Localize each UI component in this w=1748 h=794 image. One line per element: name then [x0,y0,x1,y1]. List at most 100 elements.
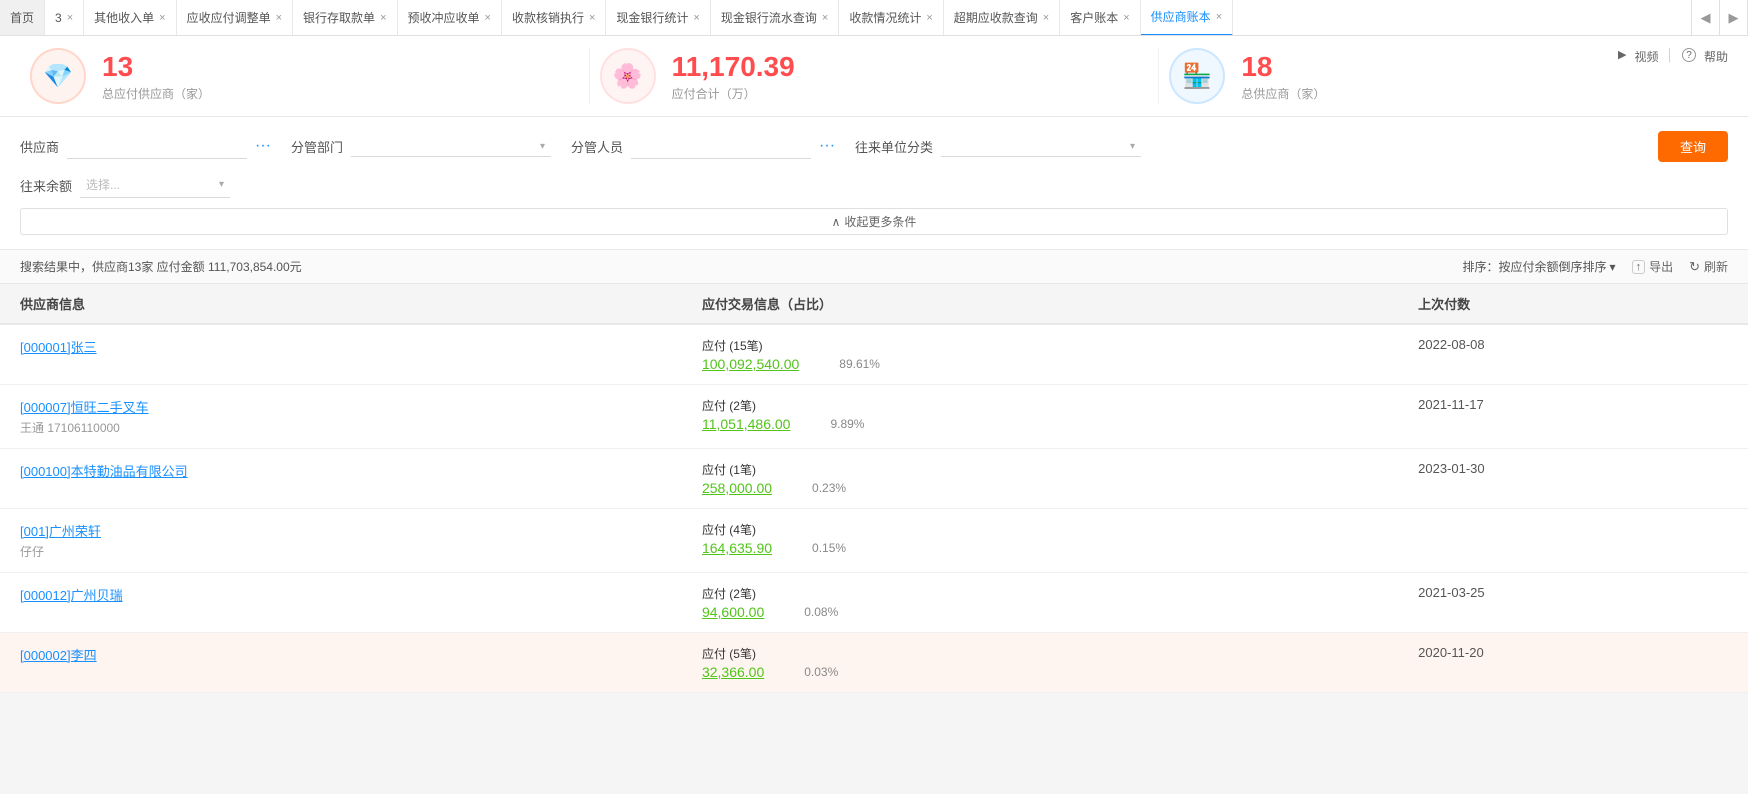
dept-filter: 分管部门 ▾ [291,137,551,157]
collapse-button[interactable]: ∧ 收起更多条件 [20,208,1728,235]
tab-label: 收款核销执行 [512,9,584,26]
tab-label: 其他收入单 [94,9,154,26]
percent-row-000001: 89.61% [839,357,880,371]
tab-close-other-income[interactable]: × [159,12,165,24]
tx-count-row-000100: 应付 (1笔) [702,461,1378,478]
category-select[interactable]: ▾ [941,137,1141,157]
sort-select[interactable]: 排序：按应付余额倒序排序 ▾ [1463,258,1616,275]
cell-supplier-row-001: [001]广州荣轩 仔仔 [0,509,682,573]
cell-payment-row-000100: 2023-01-30 [1398,449,1748,509]
nav-tab-receipt-stat[interactable]: 收款情况统计 × [839,0,943,36]
tab-close-customer-account[interactable]: × [1123,12,1129,24]
supplier-input[interactable] [67,135,247,159]
tab-close-bank-deposit[interactable]: × [380,12,386,24]
amount-link-row-000012[interactable]: 94,600.00 [702,604,764,620]
tab-close-receipt-stat[interactable]: × [926,12,932,24]
collapse-icon: ∧ [832,215,841,229]
amount-link-row-001[interactable]: 164,635.90 [702,540,772,556]
help-link[interactable]: 帮助 [1704,48,1728,65]
table-body: [000001]张三 应付 (15笔) 100,092,540.00 89.61… [0,324,1748,693]
table-row: [000001]张三 应付 (15笔) 100,092,540.00 89.61… [0,324,1748,385]
payment-date-row-000007: 2021-11-17 [1418,397,1484,412]
results-summary-text: 搜索结果中，供应商13家 应付金额 111,703,854.00元 [20,258,302,275]
nav-tab-other-income[interactable]: 其他收入单 × [84,0,176,36]
percent-row-000002: 0.03% [804,665,838,679]
supplier-link-row-000100[interactable]: [000100]本特勤油品有限公司 [20,464,188,479]
nav-tab-bank-deposit[interactable]: 银行存取款单× [293,0,397,36]
tab-close-overdue-query[interactable]: × [1043,12,1049,24]
supplier-link-row-000012[interactable]: [000012]广州贝瑞 [20,588,123,603]
balance-select[interactable]: 选择... ▾ [80,172,230,198]
card-icon-total-suppliers: 🏪 [1169,48,1225,104]
card-value-total-ap-amount: 11,170.39 [672,50,795,84]
amount-link-row-000100[interactable]: 258,000.00 [702,480,772,496]
nav-arrows: ◀ ▶ [1691,0,1748,36]
nav-tab-home[interactable]: 首页 [0,0,45,36]
supplier-link-row-000001[interactable]: [000001]张三 [20,340,97,355]
amount-link-row-000007[interactable]: 11,051,486.00 [702,416,791,432]
person-more-icon[interactable]: ··· [819,138,835,154]
supplier-link-row-000002[interactable]: [000002]李四 [20,648,97,663]
tab-label: 应收应付调整单 [187,9,271,26]
video-icon: ▶ [1618,48,1626,65]
export-button[interactable]: ↑ 导出 [1632,258,1674,275]
cell-tx-row-000001: 应付 (15笔) 100,092,540.00 89.61% [682,324,1398,385]
card-label-total-suppliers: 总供应商（家） [1241,85,1325,102]
cell-supplier-row-000002: [000002]李四 [0,633,682,693]
supplier-link-row-001[interactable]: [001]广州荣轩 [20,524,101,539]
summary-links: ▶ 视频 │ ? 帮助 [1618,48,1728,65]
refresh-button[interactable]: ↻ 刷新 [1689,258,1728,275]
sort-label: 排序：按应付余额倒序排序 [1463,258,1607,275]
dept-chevron-icon: ▾ [540,141,545,152]
tab-close-ap-adjust[interactable]: × [276,12,282,24]
tab-close-receipt-execute[interactable]: × [589,12,595,24]
tab-label: 现金银行统计 [616,9,688,26]
tab-close-advance-reconcile[interactable]: × [485,12,491,24]
nav-tab-receipt-execute[interactable]: 收款核销执行 × [502,0,606,36]
nav-tab-cash-flow[interactable]: 现金银行流水查询× [711,0,839,36]
tab-close-tab3[interactable]: × [67,12,73,24]
dept-select[interactable]: ▾ [351,137,551,157]
card-value-total-suppliers: 18 [1241,50,1325,84]
card-label-total-ap-suppliers: 总应付供应商（家） [102,85,210,102]
export-label: 导出 [1649,258,1673,275]
cell-tx-row-001: 应付 (4笔) 164,635.90 0.15% [682,509,1398,573]
nav-tab-cash-bank-stat[interactable]: 现金银行统计 × [606,0,710,36]
filter-area: 供应商 ··· 分管部门 ▾ 分管人员 ··· 往来单位分类 ▾ 查询 往来 [0,117,1748,250]
nav-tab-customer-account[interactable]: 客户账本× [1060,0,1140,36]
query-button[interactable]: 查询 [1658,131,1728,162]
table-row: [001]广州荣轩 仔仔 应付 (4笔) 164,635.90 0.15% [0,509,1748,573]
supplier-link-row-000007[interactable]: [000007]恒旺二手叉车 [20,400,149,415]
cell-payment-row-000007: 2021-11-17 [1398,385,1748,449]
card-icon-total-ap-amount: 🌸 [600,48,656,104]
tab-close-supplier-account[interactable]: × [1216,11,1222,23]
nav-tab-advance-reconcile[interactable]: 预收冲应收单× [398,0,502,36]
tab-label: 首页 [10,9,34,26]
sort-chevron-icon: ▾ [1610,260,1616,274]
payment-date-row-000002: 2020-11-20 [1418,645,1484,660]
tab-close-cash-bank-stat[interactable]: × [693,12,699,24]
amount-link-row-000002[interactable]: 32,366.00 [702,664,764,680]
nav-tab-supplier-account[interactable]: 供应商账本 × [1141,0,1233,36]
balance-filter: 往来余额 选择... ▾ [20,172,230,198]
tab-label: 收款情况统计 [849,9,921,26]
person-input[interactable] [631,135,811,159]
video-link[interactable]: 视频 [1634,48,1658,65]
payment-date-row-000001: 2022-08-08 [1418,337,1485,352]
nav-tab-overdue-query[interactable]: 超期应收款查询× [944,0,1060,36]
summary-bar: 💎 13 总应付供应商（家） 🌸 11,170.39 应付合计（万） 🏪 18 … [0,36,1748,117]
tab-label: 供应商账本 [1151,8,1211,25]
cell-payment-row-000012: 2021-03-25 [1398,573,1748,633]
tab-close-cash-flow[interactable]: × [822,12,828,24]
balance-chevron-icon: ▾ [219,179,224,190]
nav-arrow-left[interactable]: ◀ [1692,0,1720,36]
nav-arrow-right[interactable]: ▶ [1720,0,1748,36]
cell-supplier-row-000012: [000012]广州贝瑞 [0,573,682,633]
amount-link-row-000001[interactable]: 100,092,540.00 [702,356,799,372]
nav-tab-tab3[interactable]: 3× [45,0,84,36]
data-table: 供应商信息 应付交易信息（占比） 上次付数 [000001]张三 应付 (15笔… [0,284,1748,693]
supplier-more-icon[interactable]: ··· [255,138,271,154]
nav-tab-ap-adjust[interactable]: 应收应付调整单 × [177,0,293,36]
card-label-total-ap-amount: 应付合计（万） [672,85,795,102]
export-icon: ↑ [1632,260,1646,274]
